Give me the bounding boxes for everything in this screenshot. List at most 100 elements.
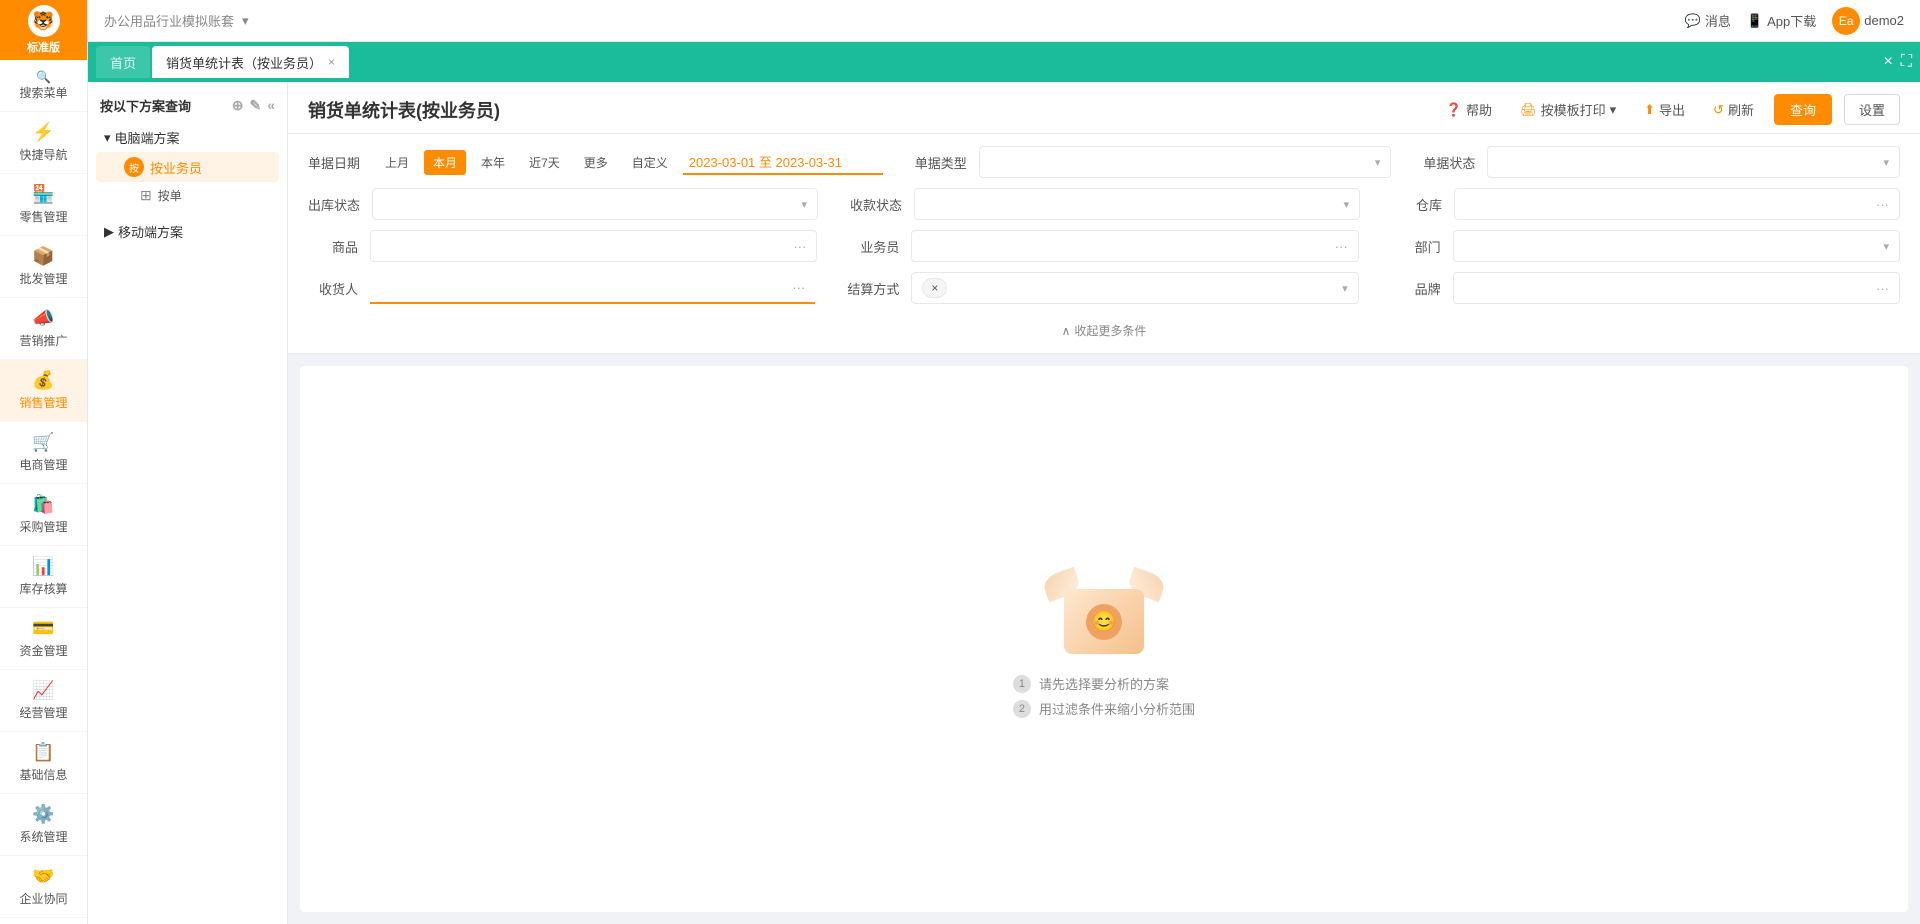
sidebar-item-finance[interactable]: 💳 资金管理: [0, 608, 88, 670]
tree-child-salesperson[interactable]: 按 按业务员: [96, 152, 279, 182]
doc-status-select[interactable]: ▾: [1487, 146, 1900, 178]
warehouse-select[interactable]: ···: [1454, 188, 1900, 220]
print-icon: 🖨: [1520, 102, 1537, 118]
tab-sales-stat-label: 销货单统计表（按业务员）: [166, 53, 322, 72]
tab-home[interactable]: 首页: [96, 46, 150, 78]
refresh-icon: ↺: [1713, 102, 1724, 118]
panel-header: 按以下方案查询 ⊕ ✎ «: [88, 92, 287, 123]
help-button[interactable]: ❓ 帮助: [1438, 96, 1500, 123]
tree-parent-pc[interactable]: ▾ 电脑端方案: [96, 123, 279, 152]
sidebar-inventory-label: 库存核算: [19, 580, 67, 597]
sidebar-item-quicknav[interactable]: ⚡ 快捷导航: [0, 112, 88, 174]
sidebar-item-inventory[interactable]: 📊 库存核算: [0, 546, 88, 608]
out-status-label: 出库状态: [308, 195, 360, 214]
add-scheme-button[interactable]: ⊕: [232, 97, 244, 114]
sidebar-system-label: 系统管理: [19, 828, 67, 845]
breadcrumb: 办公用品行业模拟账套: [104, 11, 234, 30]
receiver-input[interactable]: ···: [370, 272, 815, 304]
collapse-panel-button[interactable]: «: [267, 97, 275, 114]
salesperson-dots: ···: [1335, 239, 1348, 254]
filter-row-receiver: 收货人 ··· 结算方式 × ▾ 品牌 ···: [308, 272, 1900, 304]
sidebar-item-newbie[interactable]: 🧭 新手引导: [0, 918, 88, 924]
salesperson-label: 业务员: [849, 237, 899, 256]
user-profile[interactable]: Ea demo2: [1832, 7, 1904, 35]
date-this-year-btn[interactable]: 本年: [472, 150, 514, 175]
date-custom-btn[interactable]: 自定义: [623, 150, 677, 175]
sidebar-ecommerce-label: 电商管理: [19, 456, 67, 473]
date-7days-btn[interactable]: 近7天: [520, 150, 569, 175]
empty-state: 😊 1 请先选择要分析的方案 2 用过滤条件来缩小分析范围: [300, 366, 1908, 912]
empty-illustration: 😊: [1044, 554, 1164, 654]
sidebar-item-ecommerce[interactable]: 🛒 电商管理: [0, 422, 88, 484]
date-prev-month-btn[interactable]: 上月: [376, 150, 418, 175]
basic-icon: 📋: [32, 742, 54, 763]
edit-scheme-button[interactable]: ✎: [249, 97, 261, 114]
wholesale-icon: 📦: [32, 246, 54, 267]
department-label: 部门: [1391, 237, 1441, 256]
tree-sub-child-order[interactable]: ⊞ 按单: [96, 182, 279, 209]
topbar: 办公用品行业模拟账套 ▾ 💬 消息 📱 App下载 Ea demo2: [88, 0, 1920, 42]
settle-method-select[interactable]: × ▾: [911, 272, 1358, 304]
title-actions: ❓ 帮助 🖨 按模板打印 ▾ ⬆ 导出 ↺ 刷新: [1438, 94, 1900, 125]
tree-parent-mobile[interactable]: ▶ 移动端方案: [96, 217, 279, 246]
export-button[interactable]: ⬆ 导出: [1636, 96, 1693, 123]
print-caret: ▾: [1610, 102, 1617, 118]
tabbar: 首页 销货单统计表（按业务员） × × ⛶: [88, 42, 1920, 82]
date-more-btn[interactable]: 更多: [575, 150, 617, 175]
goods-label: 商品: [308, 237, 358, 256]
sidebar-wholesale-label: 批发管理: [19, 270, 67, 287]
date-filter-label: 单据日期: [308, 153, 360, 172]
brand-select[interactable]: ···: [1453, 272, 1900, 304]
brand-dots: ···: [1876, 281, 1889, 296]
sidebar-item-operation[interactable]: 📈 经营管理: [0, 670, 88, 732]
panel-title: 按以下方案查询: [100, 96, 191, 115]
sidebar-item-enterprise[interactable]: 🤝 企业协同: [0, 856, 88, 918]
out-status-select[interactable]: ▾: [372, 188, 818, 220]
collapse-label: 收起更多条件: [1074, 322, 1146, 339]
sidebar-item-wholesale[interactable]: 📦 批发管理: [0, 236, 88, 298]
doc-type-select[interactable]: ▾: [979, 146, 1392, 178]
print-button[interactable]: 🖨 按模板打印 ▾: [1512, 96, 1624, 123]
payment-status-label: 收款状态: [850, 195, 902, 214]
tab-sales-stat[interactable]: 销货单统计表（按业务员） ×: [152, 46, 349, 78]
date-range-input[interactable]: 2023-03-01 至 2023-03-31: [683, 150, 883, 175]
tab-right-actions: × ⛶: [1883, 53, 1912, 71]
tab-home-label: 首页: [110, 53, 136, 72]
tree-group-mobile: ▶ 移动端方案: [88, 217, 287, 246]
doc-type-label: 单据类型: [915, 153, 967, 172]
department-select[interactable]: ▾: [1453, 230, 1900, 262]
sidebar-item-sales[interactable]: 💰 销售管理: [0, 360, 88, 422]
message-label: 消息: [1705, 11, 1731, 30]
collapse-filters-button[interactable]: ∧ 收起更多条件: [1062, 322, 1147, 339]
goods-select[interactable]: ···: [370, 230, 817, 262]
settings-button[interactable]: 设置: [1844, 94, 1900, 125]
download-icon: 📱: [1747, 13, 1763, 29]
tab-expand-button[interactable]: ⛶: [1901, 53, 1912, 71]
filter-area: 单据日期 上月 本月 本年 近7天 更多 自定义 2023-03-01 至 20…: [288, 134, 1920, 354]
salesperson-select[interactable]: ···: [911, 230, 1358, 262]
marketing-icon: 📣: [32, 308, 54, 329]
sidebar-enterprise-label: 企业协同: [19, 890, 67, 907]
settle-caret: ▾: [1342, 282, 1348, 295]
sidebar-item-purchase[interactable]: 🛍️ 采购管理: [0, 484, 88, 546]
sidebar-item-system[interactable]: ⚙️ 系统管理: [0, 794, 88, 856]
topbar-right: 💬 消息 📱 App下载 Ea demo2: [1685, 7, 1904, 35]
message-button[interactable]: 💬 消息: [1685, 11, 1731, 30]
app-download-button[interactable]: 📱 App下载: [1747, 11, 1816, 30]
payment-status-select[interactable]: ▾: [914, 188, 1360, 220]
sidebar-item-search[interactable]: 🔍 搜索菜单: [0, 60, 88, 112]
message-icon: 💬: [1685, 13, 1701, 29]
date-this-month-btn[interactable]: 本月: [424, 150, 466, 175]
filter-row-goods: 商品 ··· 业务员 ··· 部门 ▾: [308, 230, 1900, 262]
settle-tag-close[interactable]: ×: [931, 281, 938, 295]
tab-close-button[interactable]: ×: [328, 55, 335, 69]
refresh-button[interactable]: ↺ 刷新: [1705, 96, 1762, 123]
sidebar-item-retail[interactable]: 🏪 零售管理: [0, 174, 88, 236]
refresh-label: 刷新: [1728, 100, 1754, 119]
sidebar-item-basic[interactable]: 📋 基础信息: [0, 732, 88, 794]
query-button[interactable]: 查询: [1774, 94, 1832, 125]
filter-row-status: 出库状态 ▾ 收款状态 ▾ 仓库 ···: [308, 188, 1900, 220]
sidebar-item-marketing[interactable]: 📣 营销推广: [0, 298, 88, 360]
collapse-chevron-icon: ∧: [1062, 324, 1071, 338]
tab-close-all-button[interactable]: ×: [1883, 53, 1892, 71]
